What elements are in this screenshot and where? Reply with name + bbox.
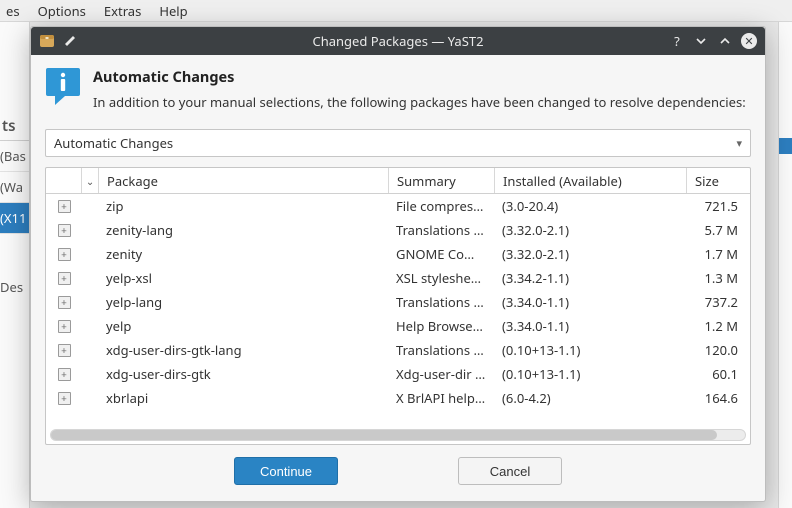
cell-size: 721.5 — [686, 197, 740, 215]
table-row[interactable]: + zenity-langTranslations f…(3.32.0-2.1)5… — [46, 218, 750, 242]
close-icon[interactable]: ✕ — [741, 33, 757, 49]
table-row[interactable]: + zipFile compressi…(3.0-20.4)721.5 — [46, 194, 750, 218]
cell-size: 164.6 — [686, 389, 740, 407]
cell-package: xdg-user-dirs-gtk — [98, 365, 388, 383]
cell-package: xbrlapi — [98, 389, 388, 407]
column-checkbox[interactable] — [46, 168, 82, 193]
menu-item[interactable]: Help — [159, 2, 187, 20]
row-checkbox[interactable]: + — [58, 224, 71, 237]
titlebar[interactable]: Changed Packages — YaST2 ? ✕ — [31, 27, 765, 55]
row-checkbox[interactable]: + — [58, 248, 71, 261]
chevron-down-icon: ▾ — [736, 136, 742, 151]
dropdown-selected-label: Automatic Changes — [54, 134, 173, 152]
background-right-panel — [778, 22, 792, 508]
cell-size: 5.7 M — [686, 221, 740, 239]
table-row[interactable]: + xdg-user-dirs-gtkXdg-user-dir s…(0.10+1… — [46, 362, 750, 386]
pin-icon[interactable] — [63, 33, 75, 50]
cell-size: 1.2 M — [686, 317, 740, 335]
cell-size: 1.7 M — [686, 245, 740, 263]
cell-size: 60.1 — [686, 365, 740, 383]
cell-summary: Translations f… — [388, 293, 494, 311]
maximize-icon[interactable] — [717, 33, 733, 49]
table-row[interactable]: + xdg-user-dirs-gtk-langTranslations f…(0… — [46, 338, 750, 362]
background-left-header: ts — [0, 22, 29, 141]
info-icon — [45, 67, 81, 103]
cell-package: zenity-lang — [98, 221, 388, 239]
yast-app-icon — [39, 33, 55, 49]
cell-package: zip — [98, 197, 388, 215]
row-checkbox[interactable]: + — [58, 320, 71, 333]
cell-installed: (3.34.0-1.1) — [494, 293, 686, 311]
table-row[interactable]: + yelp-xslXSL stylesheet…(3.34.2-1.1)1.3 … — [46, 266, 750, 290]
cell-summary: Help Browser … — [388, 317, 494, 335]
cell-summary: Xdg-user-dir s… — [388, 365, 494, 383]
cell-summary: Translations f… — [388, 221, 494, 239]
cell-installed: (3.34.2-1.1) — [494, 269, 686, 287]
cell-summary: X BrlAPI helper… — [388, 389, 494, 407]
cell-package: yelp — [98, 317, 388, 335]
row-checkbox[interactable]: + — [58, 392, 71, 405]
menu-item[interactable]: es — [6, 2, 20, 20]
chevron-down-icon: ⌄ — [86, 174, 94, 188]
cell-installed: (6.0-4.2) — [494, 389, 686, 407]
background-right-selection — [779, 138, 792, 154]
background-left-row-selected[interactable]: (X11 — [0, 203, 29, 234]
table-header: ⌄ Package Summary Installed (Available) … — [46, 168, 750, 194]
table-row[interactable]: + yelp-langTranslations f…(3.34.0-1.1)737… — [46, 290, 750, 314]
minimize-icon[interactable] — [693, 33, 709, 49]
changed-packages-dialog: Changed Packages — YaST2 ? ✕ Automatic C… — [30, 26, 766, 502]
window-title: Changed Packages — YaST2 — [31, 32, 765, 50]
row-checkbox[interactable]: + — [58, 296, 71, 309]
row-checkbox[interactable]: + — [58, 344, 71, 357]
cell-size: 120.0 — [686, 341, 740, 359]
column-sort[interactable]: ⌄ — [82, 168, 99, 193]
dialog-subheading: In addition to your manual selections, t… — [93, 93, 746, 111]
menu-item[interactable]: Options — [38, 2, 86, 20]
cell-installed: (3.0-20.4) — [494, 197, 686, 215]
continue-button[interactable]: Continue — [234, 457, 338, 485]
background-menubar: es Options Extras Help — [0, 0, 792, 22]
cell-package: zenity — [98, 245, 388, 263]
background-left-row[interactable]: (Wa — [0, 172, 29, 203]
cell-package: yelp-lang — [98, 293, 388, 311]
cell-summary: XSL stylesheet… — [388, 269, 494, 287]
table-body[interactable]: + zipFile compressi…(3.0-20.4)721.5 + zeni… — [46, 194, 750, 429]
column-summary[interactable]: Summary — [389, 168, 495, 193]
cell-installed: (3.32.0-2.1) — [494, 245, 686, 263]
background-left-panel: ts (Bas (Wa (X11 Des — [0, 22, 30, 508]
cancel-button[interactable]: Cancel — [458, 457, 562, 485]
cell-summary: GNOME Com… — [388, 245, 494, 263]
column-package[interactable]: Package — [99, 168, 389, 193]
cell-summary: File compressi… — [388, 197, 494, 215]
scrollbar-thumb[interactable] — [51, 430, 717, 440]
table-row[interactable]: + xbrlapiX BrlAPI helper…(6.0-4.2)164.6 — [46, 386, 750, 410]
table-row[interactable]: + yelpHelp Browser …(3.34.0-1.1)1.2 M — [46, 314, 750, 338]
table-row[interactable]: + zenityGNOME Com…(3.32.0-2.1)1.7 M — [46, 242, 750, 266]
cell-package: xdg-user-dirs-gtk-lang — [98, 341, 388, 359]
help-icon[interactable]: ? — [669, 33, 685, 49]
cell-package: yelp-xsl — [98, 269, 388, 287]
horizontal-scrollbar[interactable] — [50, 429, 746, 441]
column-installed[interactable]: Installed (Available) — [495, 168, 687, 193]
cell-size: 737.2 — [686, 293, 740, 311]
background-left-row[interactable]: (Bas — [0, 141, 29, 172]
row-checkbox[interactable]: + — [58, 200, 71, 213]
changes-filter-dropdown[interactable]: Automatic Changes ▾ — [45, 129, 751, 157]
cell-size: 1.3 M — [686, 269, 740, 287]
menu-item[interactable]: Extras — [104, 2, 141, 20]
dialog-heading: Automatic Changes — [93, 67, 746, 87]
column-size[interactable]: Size — [687, 168, 741, 193]
cell-installed: (0.10+13-1.1) — [494, 365, 686, 383]
cell-installed: (0.10+13-1.1) — [494, 341, 686, 359]
packages-table: ⌄ Package Summary Installed (Available) … — [45, 167, 751, 445]
row-checkbox[interactable]: + — [58, 368, 71, 381]
cell-installed: (3.34.0-1.1) — [494, 317, 686, 335]
row-checkbox[interactable]: + — [58, 272, 71, 285]
cell-summary: Translations f… — [388, 341, 494, 359]
background-description-label: Des — [0, 234, 29, 296]
cell-installed: (3.32.0-2.1) — [494, 221, 686, 239]
